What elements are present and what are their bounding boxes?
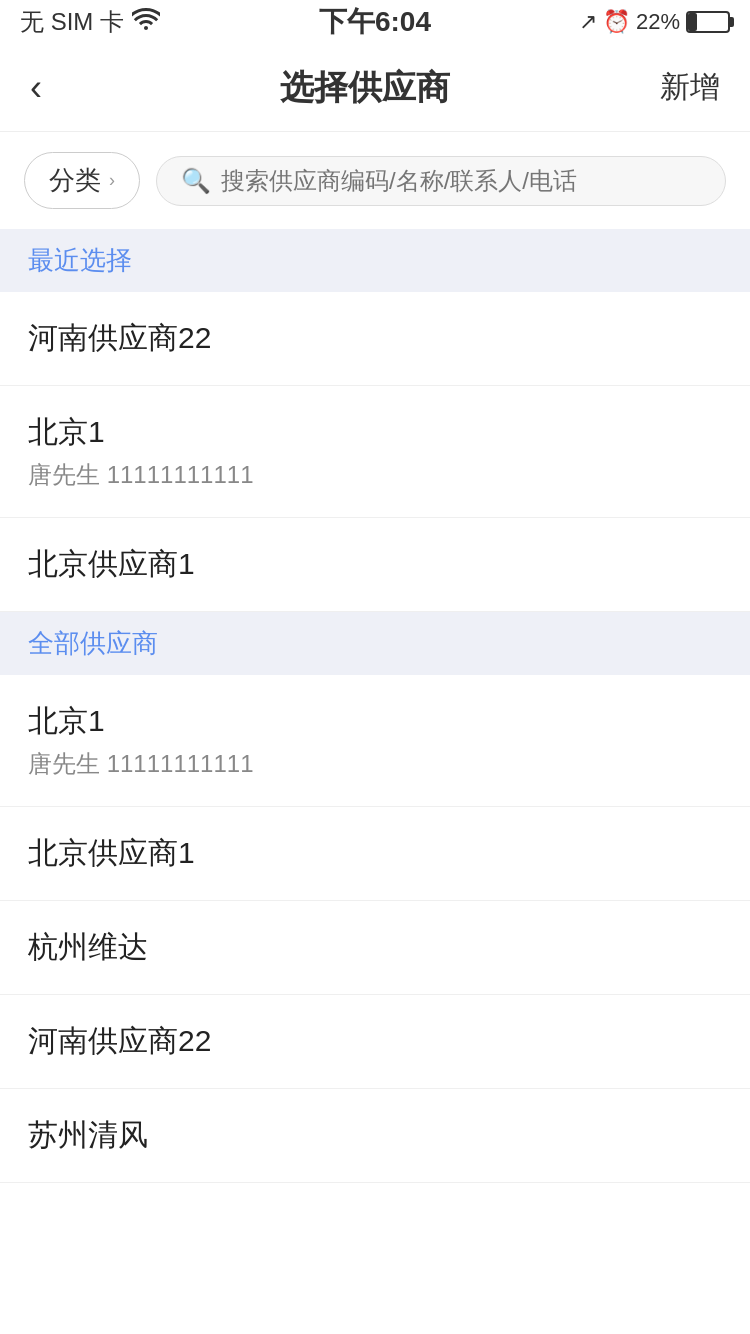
item-name: 北京供应商1 bbox=[28, 544, 722, 585]
category-button[interactable]: 分类 › bbox=[24, 152, 140, 209]
location-icon: ↗ bbox=[579, 9, 597, 35]
add-new-button[interactable]: 新增 bbox=[640, 67, 720, 108]
list-item[interactable]: 杭州维达 bbox=[0, 901, 750, 995]
category-label: 分类 bbox=[49, 163, 101, 198]
list-item[interactable]: 河南供应商22 bbox=[0, 995, 750, 1089]
alarm-icon: ⏰ bbox=[603, 9, 630, 35]
item-name: 苏州清风 bbox=[28, 1115, 722, 1156]
item-name: 杭州维达 bbox=[28, 927, 722, 968]
recent-section-header: 最近选择 bbox=[0, 229, 750, 292]
all-section-label: 全部供应商 bbox=[28, 628, 158, 658]
back-button[interactable]: ‹ bbox=[30, 67, 90, 109]
page-title: 选择供应商 bbox=[90, 65, 640, 111]
status-right: ↗ ⏰ 22% bbox=[579, 9, 730, 35]
item-name: 北京供应商1 bbox=[28, 833, 722, 874]
search-icon: 🔍 bbox=[181, 167, 211, 195]
battery-percent: 22% bbox=[636, 9, 680, 35]
list-item[interactable]: 北京供应商1 bbox=[0, 807, 750, 901]
filter-bar: 分类 › 🔍 bbox=[0, 132, 750, 229]
list-item[interactable]: 北京供应商1 bbox=[0, 518, 750, 612]
list-item[interactable]: 北京1 唐先生 11111111111 bbox=[0, 386, 750, 518]
all-section-header: 全部供应商 bbox=[0, 612, 750, 675]
item-sub: 唐先生 11111111111 bbox=[28, 459, 722, 491]
search-box[interactable]: 🔍 bbox=[156, 156, 726, 206]
nav-bar: ‹ 选择供应商 新增 bbox=[0, 44, 750, 132]
status-left: 无 SIM 卡 bbox=[20, 6, 160, 38]
status-time: 下午6:04 bbox=[319, 3, 431, 41]
chevron-right-icon: › bbox=[109, 170, 115, 191]
sim-status: 无 SIM 卡 bbox=[20, 6, 124, 38]
recent-items-list: 河南供应商22 北京1 唐先生 11111111111 北京供应商1 bbox=[0, 292, 750, 612]
recent-section-label: 最近选择 bbox=[28, 245, 132, 275]
search-input[interactable] bbox=[221, 167, 701, 195]
list-item[interactable]: 河南供应商22 bbox=[0, 292, 750, 386]
all-items-list: 北京1 唐先生 11111111111 北京供应商1 杭州维达 河南供应商22 … bbox=[0, 675, 750, 1183]
list-item[interactable]: 苏州清风 bbox=[0, 1089, 750, 1183]
list-item[interactable]: 北京1 唐先生 11111111111 bbox=[0, 675, 750, 807]
battery-icon bbox=[686, 11, 730, 33]
wifi-icon bbox=[132, 8, 160, 36]
status-bar: 无 SIM 卡 下午6:04 ↗ ⏰ 22% bbox=[0, 0, 750, 44]
item-name: 北京1 bbox=[28, 412, 722, 453]
item-sub: 唐先生 11111111111 bbox=[28, 748, 722, 780]
item-name: 北京1 bbox=[28, 701, 722, 742]
item-name: 河南供应商22 bbox=[28, 318, 722, 359]
item-name: 河南供应商22 bbox=[28, 1021, 722, 1062]
